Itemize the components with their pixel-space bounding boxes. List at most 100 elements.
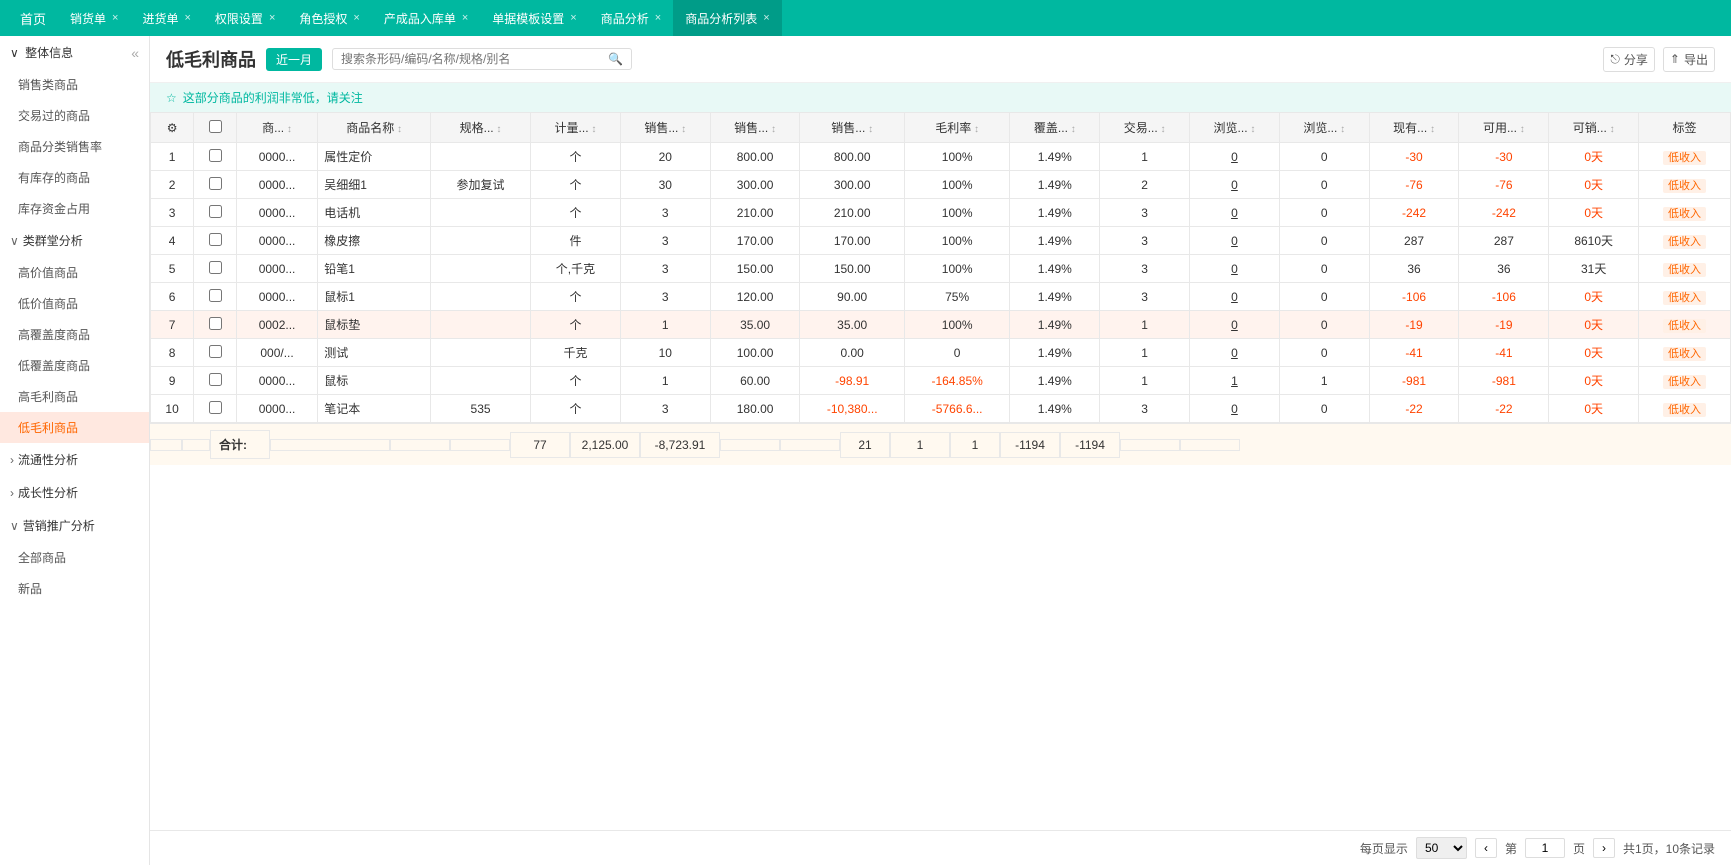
col-browse1[interactable]: 浏览... (1190, 113, 1280, 143)
notice-bar: ☆ 这部分商品的利润非常低，请关注 (150, 83, 1731, 112)
row-sales1: 3 (620, 395, 710, 423)
col-browse2[interactable]: 浏览... (1279, 113, 1369, 143)
nav-role-auth[interactable]: 角色授权 × (287, 0, 371, 36)
row-browse2: 0 (1279, 143, 1369, 171)
select-all-checkbox[interactable] (209, 120, 222, 133)
row-coverage: 1.49% (1010, 311, 1100, 339)
row-checkbox[interactable] (194, 227, 237, 255)
close-sales-order[interactable]: × (112, 12, 118, 24)
row-browse1[interactable]: 0 (1190, 227, 1280, 255)
row-no: 3 (151, 199, 194, 227)
row-code: 0000... (236, 199, 317, 227)
sidebar-item-sales-products[interactable]: 销售类商品 (0, 69, 149, 100)
row-tag: 低收入 (1639, 283, 1731, 311)
row-browse1[interactable]: 0 (1190, 199, 1280, 227)
close-product-analysis[interactable]: × (655, 12, 661, 24)
sidebar-item-stock-capital[interactable]: 库存资金占用 (0, 193, 149, 224)
col-sales1[interactable]: 销售... (620, 113, 710, 143)
nav-product-warehouse[interactable]: 产成品入库单 × (372, 0, 480, 36)
close-purchase-order[interactable]: × (184, 12, 190, 24)
row-trade: 3 (1100, 395, 1190, 423)
row-unit: 千克 (531, 339, 621, 367)
col-stock2[interactable]: 可用... (1459, 113, 1549, 143)
row-browse2: 0 (1279, 255, 1369, 283)
row-checkbox[interactable] (194, 395, 237, 423)
nav-permission[interactable]: 权限设置 × (203, 0, 287, 36)
content-header: 低毛利商品 近一月 🔍 ⎋ 分享 ⇑ 导出 (150, 36, 1731, 83)
sidebar-collapse-overall[interactable]: « (131, 45, 139, 61)
col-sales2[interactable]: 销售... (710, 113, 800, 143)
col-trade[interactable]: 交易... (1100, 113, 1190, 143)
sidebar-group-growth[interactable]: ›成长性分析 (0, 476, 149, 509)
col-stock3[interactable]: 可销... (1549, 113, 1639, 143)
col-gross[interactable]: 毛利率 (904, 113, 1010, 143)
row-browse1[interactable]: 0 (1190, 339, 1280, 367)
row-trade: 3 (1100, 227, 1190, 255)
row-checkbox[interactable] (194, 171, 237, 199)
row-checkbox[interactable] (194, 255, 237, 283)
row-browse1[interactable]: 1 (1190, 367, 1280, 395)
sidebar-item-all-products[interactable]: 全部商品 (0, 542, 149, 573)
sidebar-item-high-coverage[interactable]: 高覆盖度商品 (0, 319, 149, 350)
row-checkbox[interactable] (194, 143, 237, 171)
nav-sales-order[interactable]: 销货单 × (58, 0, 130, 36)
col-name[interactable]: 商品名称 (318, 113, 431, 143)
col-stock1[interactable]: 现有... (1369, 113, 1459, 143)
sidebar-item-traded-products[interactable]: 交易过的商品 (0, 100, 149, 131)
row-browse1[interactable]: 0 (1190, 311, 1280, 339)
row-browse1[interactable]: 0 (1190, 255, 1280, 283)
nav-template-settings[interactable]: 单据模板设置 × (480, 0, 588, 36)
col-coverage[interactable]: 覆盖... (1010, 113, 1100, 143)
col-settings[interactable]: ⚙ (151, 113, 194, 143)
sidebar-item-low-coverage[interactable]: 低覆盖度商品 (0, 350, 149, 381)
row-checkbox[interactable] (194, 339, 237, 367)
sidebar-item-high-value[interactable]: 高价值商品 (0, 257, 149, 288)
page-number-input[interactable] (1525, 838, 1565, 858)
row-name: 铅笔1 (318, 255, 431, 283)
row-checkbox[interactable] (194, 283, 237, 311)
sidebar-group-overall[interactable]: ∨ 整体信息 « (0, 36, 149, 69)
row-browse1[interactable]: 0 (1190, 171, 1280, 199)
row-browse1[interactable]: 0 (1190, 143, 1280, 171)
col-checkbox-all[interactable] (194, 113, 237, 143)
close-product-analysis-list[interactable]: × (763, 12, 769, 24)
col-tag[interactable]: 标签 (1639, 113, 1731, 143)
row-stock1: 36 (1369, 255, 1459, 283)
sidebar-item-low-value[interactable]: 低价值商品 (0, 288, 149, 319)
sidebar-group-cluster[interactable]: ∨类群堂分析 (0, 224, 149, 257)
col-code[interactable]: 商... (236, 113, 317, 143)
prev-page-button[interactable]: ‹ (1475, 838, 1497, 858)
time-filter-button[interactable]: 近一月 (266, 48, 322, 71)
row-sales3: 800.00 (800, 143, 904, 171)
sidebar-group-marketing[interactable]: ∨营销推广分析 (0, 509, 149, 542)
row-checkbox[interactable] (194, 311, 237, 339)
sidebar-item-category-sales[interactable]: 商品分类销售率 (0, 131, 149, 162)
close-template-settings[interactable]: × (570, 12, 576, 24)
col-spec[interactable]: 规格... (431, 113, 531, 143)
sidebar-item-new-products[interactable]: 新品 (0, 573, 149, 604)
per-page-select[interactable]: 50 20 100 (1416, 837, 1467, 859)
sidebar-group-circulation[interactable]: ›流通性分析 (0, 443, 149, 476)
row-checkbox[interactable] (194, 199, 237, 227)
nav-home[interactable]: 首页 (8, 0, 58, 36)
next-page-button[interactable]: › (1593, 838, 1615, 858)
col-sales3[interactable]: 销售... (800, 113, 904, 143)
row-browse1[interactable]: 0 (1190, 283, 1280, 311)
search-input[interactable] (341, 52, 608, 66)
nav-product-analysis[interactable]: 商品分析 × (589, 0, 673, 36)
col-unit[interactable]: 计量... (531, 113, 621, 143)
row-checkbox[interactable] (194, 367, 237, 395)
close-role-auth[interactable]: × (353, 12, 359, 24)
row-name: 测试 (318, 339, 431, 367)
sidebar-item-low-margin[interactable]: 低毛利商品 (0, 412, 149, 443)
export-button[interactable]: ⇑ 导出 (1663, 47, 1715, 72)
row-gross: 75% (904, 283, 1010, 311)
close-permission[interactable]: × (269, 12, 275, 24)
nav-purchase-order[interactable]: 进货单 × (130, 0, 202, 36)
close-product-warehouse[interactable]: × (462, 12, 468, 24)
sidebar-item-high-margin[interactable]: 高毛利商品 (0, 381, 149, 412)
nav-product-analysis-list[interactable]: 商品分析列表 × (673, 0, 781, 36)
sidebar-item-in-stock[interactable]: 有库存的商品 (0, 162, 149, 193)
share-button[interactable]: ⎋ 分享 (1603, 47, 1655, 72)
row-browse1[interactable]: 0 (1190, 395, 1280, 423)
